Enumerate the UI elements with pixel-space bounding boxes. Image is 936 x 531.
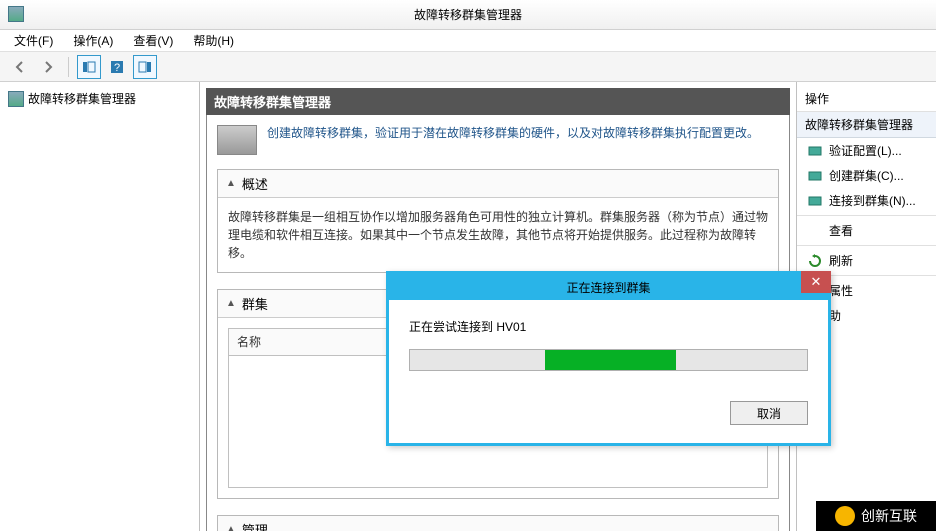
cancel-label: 取消: [757, 405, 781, 422]
manage-section: ▲ 管理 若要开始使用故障转移群集，请首先验证硬件配置，然后创建群集。完成这些步…: [217, 515, 779, 531]
action-create[interactable]: 创建群集(C)...: [797, 163, 936, 188]
overview-title: 概述: [242, 174, 268, 193]
action-view-label: 查看: [829, 222, 853, 239]
watermark-text: 创新互联: [861, 506, 917, 526]
show-hide-action-button[interactable]: [133, 55, 157, 79]
intro-text: 创建故障转移群集，验证用于潜在故障转移群集的硬件，以及对故障转移群集执行配置更改…: [267, 125, 759, 155]
collapse-icon: ▲: [226, 178, 236, 189]
manage-title: 管理: [242, 520, 268, 531]
collapse-icon: ▲: [226, 524, 236, 531]
close-icon: ✕: [811, 274, 822, 290]
actions-separator: [797, 245, 936, 246]
progress-indicator: [545, 350, 676, 370]
menu-file[interactable]: 文件(F): [10, 30, 57, 51]
tree-root-label: 故障转移群集管理器: [28, 90, 136, 107]
actions-separator: [797, 215, 936, 216]
action-connect-label: 连接到群集(N)...: [829, 192, 916, 209]
action-create-label: 创建群集(C)...: [829, 167, 904, 184]
clusters-title: 群集: [242, 294, 268, 313]
server-icon: [217, 125, 257, 155]
dialog-body: 正在尝试连接到 HV01 取消: [389, 300, 828, 443]
show-hide-tree-button[interactable]: [77, 55, 101, 79]
manage-header[interactable]: ▲ 管理: [218, 516, 778, 531]
menu-help[interactable]: 帮助(H): [189, 30, 238, 51]
toolbar-separator: [68, 57, 69, 77]
dialog-title-bar[interactable]: 正在连接到群集 ✕: [389, 274, 828, 300]
cluster-manager-icon: [8, 91, 24, 107]
refresh-icon: [807, 255, 823, 267]
back-button[interactable]: [8, 55, 32, 79]
menu-view[interactable]: 查看(V): [129, 30, 177, 51]
overview-section: ▲ 概述 故障转移群集是一组相互协作以增加服务器角色可用性的独立计算机。群集服务…: [217, 169, 779, 273]
progress-bar: [409, 349, 808, 371]
watermark: 创新互联: [816, 501, 936, 531]
content-header: 故障转移群集管理器: [206, 88, 790, 115]
action-refresh-label: 刷新: [829, 252, 853, 269]
title-bar: 故障转移群集管理器: [0, 0, 936, 30]
svg-text:?: ?: [114, 62, 120, 74]
dialog-close-button[interactable]: ✕: [801, 271, 831, 293]
create-icon: [807, 170, 823, 182]
tree-root[interactable]: 故障转移群集管理器: [6, 88, 193, 109]
app-icon: [8, 6, 24, 22]
action-properties-label: 属性: [829, 282, 853, 299]
overview-header[interactable]: ▲ 概述: [218, 170, 778, 198]
cancel-button[interactable]: 取消: [730, 401, 808, 425]
watermark-icon: [835, 506, 855, 526]
validate-icon: [807, 145, 823, 157]
dialog-title: 正在连接到群集: [566, 279, 650, 296]
view-icon: [807, 225, 823, 237]
intro-block: 创建故障转移群集，验证用于潜在故障转移群集的硬件，以及对故障转移群集执行配置更改…: [217, 125, 779, 155]
tree-pane: 故障转移群集管理器: [0, 82, 200, 531]
toolbar: ?: [0, 52, 936, 82]
connecting-dialog: 正在连接到群集 ✕ 正在尝试连接到 HV01 取消: [386, 271, 831, 446]
action-refresh[interactable]: 刷新: [797, 248, 936, 273]
action-connect[interactable]: 连接到群集(N)...: [797, 188, 936, 213]
menu-bar: 文件(F) 操作(A) 查看(V) 帮助(H): [0, 30, 936, 52]
dialog-footer: 取消: [409, 401, 808, 425]
action-validate-label: 验证配置(L)...: [829, 142, 902, 159]
collapse-icon: ▲: [226, 298, 236, 309]
help-button[interactable]: ?: [105, 55, 129, 79]
action-view[interactable]: 查看: [797, 218, 936, 243]
actions-sub: 故障转移群集管理器: [797, 112, 936, 138]
dialog-message: 正在尝试连接到 HV01: [409, 318, 808, 335]
connect-icon: [807, 195, 823, 207]
actions-header: 操作: [797, 86, 936, 112]
menu-operation[interactable]: 操作(A): [69, 30, 117, 51]
forward-button[interactable]: [36, 55, 60, 79]
action-validate[interactable]: 验证配置(L)...: [797, 138, 936, 163]
window-title: 故障转移群集管理器: [414, 6, 522, 23]
overview-body: 故障转移群集是一组相互协作以增加服务器角色可用性的独立计算机。群集服务器（称为节…: [218, 198, 778, 272]
